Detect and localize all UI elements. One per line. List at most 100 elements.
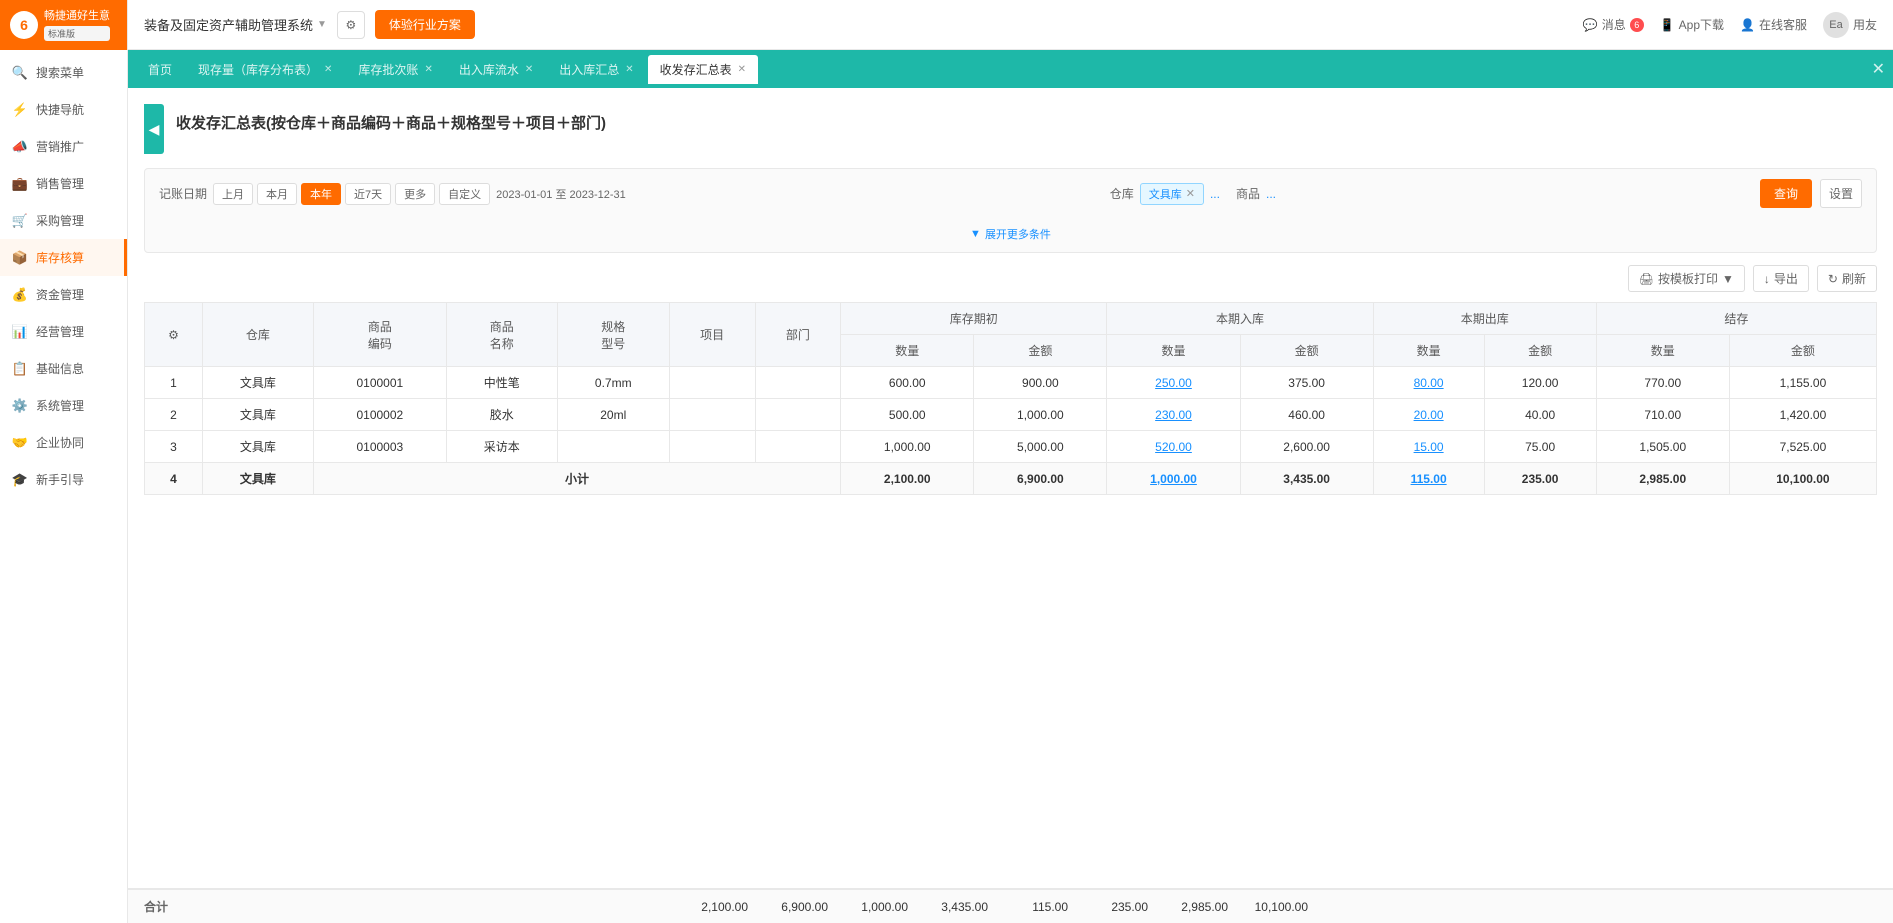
tab-home[interactable]: 首页 xyxy=(136,55,184,84)
cell-in-qty: 520.00 xyxy=(1107,431,1240,463)
footer-out-amt: 235.00 xyxy=(1068,900,1148,914)
user-item[interactable]: Ea 用友 xyxy=(1823,12,1877,38)
sidebar-item-operation[interactable]: 📊经营管理 xyxy=(0,313,127,350)
settings-button[interactable]: ⚙ xyxy=(337,11,365,39)
tab-batch-ledger[interactable]: 库存批次账 ✕ xyxy=(346,55,444,84)
sidebar-collapse-button[interactable]: ◀ xyxy=(144,104,164,154)
filter-row-1: 记账日期 上月 本月 本年 近7天 更多 自定义 2023-01-01 至 20… xyxy=(159,179,1862,208)
date-btn-this-year[interactable]: 本年 xyxy=(301,183,341,205)
sidebar-item-enterprise[interactable]: 🤝企业协同 xyxy=(0,424,127,461)
tab-in-out-summary-close[interactable]: ✕ xyxy=(625,64,633,75)
refresh-icon: ↻ xyxy=(1828,272,1838,286)
th-out-amt: 金额 xyxy=(1484,335,1596,367)
date-btn-7days[interactable]: 近7天 xyxy=(345,183,391,205)
cell-out-qty: 15.00 xyxy=(1373,431,1484,463)
sidebar-item-inventory[interactable]: 📦库存核算 xyxy=(0,239,127,276)
cell-index: 3 xyxy=(145,431,203,463)
tab-in-out-summary-label: 出入库汇总 xyxy=(559,61,619,78)
expand-label: 展开更多条件 xyxy=(985,226,1051,242)
tab-inventory-dist[interactable]: 现存量（库存分布表） ✕ xyxy=(186,55,344,84)
print-icon: 🖨 xyxy=(1639,272,1654,286)
tabs-close-all-button[interactable]: ✕ xyxy=(1872,59,1885,79)
goods-ellipsis-button[interactable]: ... xyxy=(1266,187,1276,201)
th-in-amt: 金额 xyxy=(1240,335,1373,367)
sidebar-item-label: 采购管理 xyxy=(36,212,84,229)
warehouse-ellipsis-button[interactable]: ... xyxy=(1210,187,1220,201)
tab-batch-ledger-close[interactable]: ✕ xyxy=(424,64,432,75)
query-button[interactable]: 查询 xyxy=(1760,179,1812,208)
th-settings-icon[interactable]: ⚙ xyxy=(145,303,203,367)
avatar: Ea xyxy=(1823,12,1849,38)
sidebar-item-system[interactable]: ⚙️系统管理 xyxy=(0,387,127,424)
goods-filter: 商品 ... xyxy=(1236,185,1276,202)
tab-collect-summary[interactable]: 收发存汇总表 ✕ xyxy=(648,55,758,84)
system-selector[interactable]: 装备及固定资产辅助管理系统 ▼ xyxy=(144,15,327,34)
cell-opening-qty: 500.00 xyxy=(841,399,974,431)
cell-balance-qty: 710.00 xyxy=(1596,399,1729,431)
warehouse-filter-label: 仓库 xyxy=(1110,185,1134,202)
footer-balance-amt: 10,100.00 xyxy=(1228,900,1308,914)
export-button[interactable]: ↓ 导出 xyxy=(1753,265,1809,292)
trial-button[interactable]: 体验行业方案 xyxy=(375,10,475,39)
header-right: 💬 消息 6 📱 App下载 👤 在线客服 Ea 用友 xyxy=(1583,12,1877,38)
warehouse-tag-value: 文具库 xyxy=(1149,186,1182,202)
sidebar-item-quick-nav[interactable]: ⚡快捷导航 xyxy=(0,91,127,128)
sidebar: 6 畅捷通好生意 标准版 🔍搜索菜单⚡快捷导航📣营销推广💼销售管理🛒采购管理📦库… xyxy=(0,0,128,923)
subtotal-warehouse: 文具库 xyxy=(203,463,314,495)
sidebar-item-purchase[interactable]: 🛒采购管理 xyxy=(0,202,127,239)
tab-collect-summary-close[interactable]: ✕ xyxy=(738,64,746,75)
cell-project xyxy=(669,431,755,463)
subtotal-out-qty: 115.00 xyxy=(1373,463,1484,495)
th-balance-qty: 数量 xyxy=(1596,335,1729,367)
filter-settings-button[interactable]: 设置 xyxy=(1820,179,1862,208)
th-out-group: 本期出库 xyxy=(1373,303,1596,335)
message-item[interactable]: 💬 消息 6 xyxy=(1583,16,1644,33)
refresh-button[interactable]: ↻ 刷新 xyxy=(1817,265,1877,292)
tab-collect-summary-label: 收发存汇总表 xyxy=(660,61,732,78)
online-support-item[interactable]: 👤 在线客服 xyxy=(1740,16,1807,33)
tab-in-out-flow[interactable]: 出入库流水 ✕ xyxy=(447,55,545,84)
subtotal-balance-qty: 2,985.00 xyxy=(1596,463,1729,495)
print-button[interactable]: 🖨 按模板打印 ▼ xyxy=(1628,265,1745,292)
sidebar-item-finance[interactable]: 💰资金管理 xyxy=(0,276,127,313)
cell-in-amt: 2,600.00 xyxy=(1240,431,1373,463)
cell-project xyxy=(669,399,755,431)
sidebar-item-label: 新手引导 xyxy=(36,471,84,488)
sidebar-item-search[interactable]: 🔍搜索菜单 xyxy=(0,54,127,91)
tab-home-label: 首页 xyxy=(148,61,172,78)
cell-balance-amt: 1,155.00 xyxy=(1729,367,1876,399)
subtotal-opening-amt: 6,900.00 xyxy=(974,463,1107,495)
warehouse-tag-close[interactable]: ✕ xyxy=(1186,187,1195,200)
cell-out-qty: 80.00 xyxy=(1373,367,1484,399)
date-btn-more[interactable]: 更多 xyxy=(395,183,435,205)
footer-in-qty: 1,000.00 xyxy=(828,900,908,914)
th-in-group: 本期入库 xyxy=(1107,303,1373,335)
cell-name: 中性笔 xyxy=(446,367,557,399)
tab-in-out-flow-close[interactable]: ✕ xyxy=(525,64,533,75)
app-download-item[interactable]: 📱 App下载 xyxy=(1660,16,1724,33)
sidebar-item-marketing[interactable]: 📣营销推广 xyxy=(0,128,127,165)
th-name: 商品名称 xyxy=(446,303,557,367)
sidebar-item-label: 快捷导航 xyxy=(36,101,84,118)
tab-inventory-dist-close[interactable]: ✕ xyxy=(324,64,332,75)
footer-label: 合计 xyxy=(144,898,668,915)
message-badge: 6 xyxy=(1630,18,1644,32)
date-btn-this-month[interactable]: 本月 xyxy=(257,183,297,205)
tabs-bar: 首页 现存量（库存分布表） ✕ 库存批次账 ✕ 出入库流水 ✕ 出入库汇总 ✕ … xyxy=(128,50,1893,88)
sidebar-navigation: 🔍搜索菜单⚡快捷导航📣营销推广💼销售管理🛒采购管理📦库存核算💰资金管理📊经营管理… xyxy=(0,50,127,923)
sidebar-item-label: 搜索菜单 xyxy=(36,64,84,81)
tab-in-out-summary[interactable]: 出入库汇总 ✕ xyxy=(547,55,645,84)
sidebar-item-newbie[interactable]: 🎓新手引导 xyxy=(0,461,127,498)
message-label: 消息 xyxy=(1602,16,1626,33)
cell-out-amt: 120.00 xyxy=(1484,367,1596,399)
th-project: 项目 xyxy=(669,303,755,367)
cell-in-amt: 375.00 xyxy=(1240,367,1373,399)
table-row: 1 文具库 0100001 中性笔 0.7mm 600.00 900.00 25… xyxy=(145,367,1877,399)
date-btn-last-month[interactable]: 上月 xyxy=(213,183,253,205)
sidebar-item-basic-info[interactable]: 📋基础信息 xyxy=(0,350,127,387)
date-btn-custom[interactable]: 自定义 xyxy=(439,183,490,205)
sidebar-item-sales[interactable]: 💼销售管理 xyxy=(0,165,127,202)
expand-conditions-button[interactable]: ▼ 展开更多条件 xyxy=(970,226,1051,242)
table-row: 2 文具库 0100002 胶水 20ml 500.00 1,000.00 23… xyxy=(145,399,1877,431)
inventory-table: ⚙ 仓库 商品编码 商品名称 规格型号 项目 部门 库存期初 本期入库 本期出库… xyxy=(144,302,1877,495)
